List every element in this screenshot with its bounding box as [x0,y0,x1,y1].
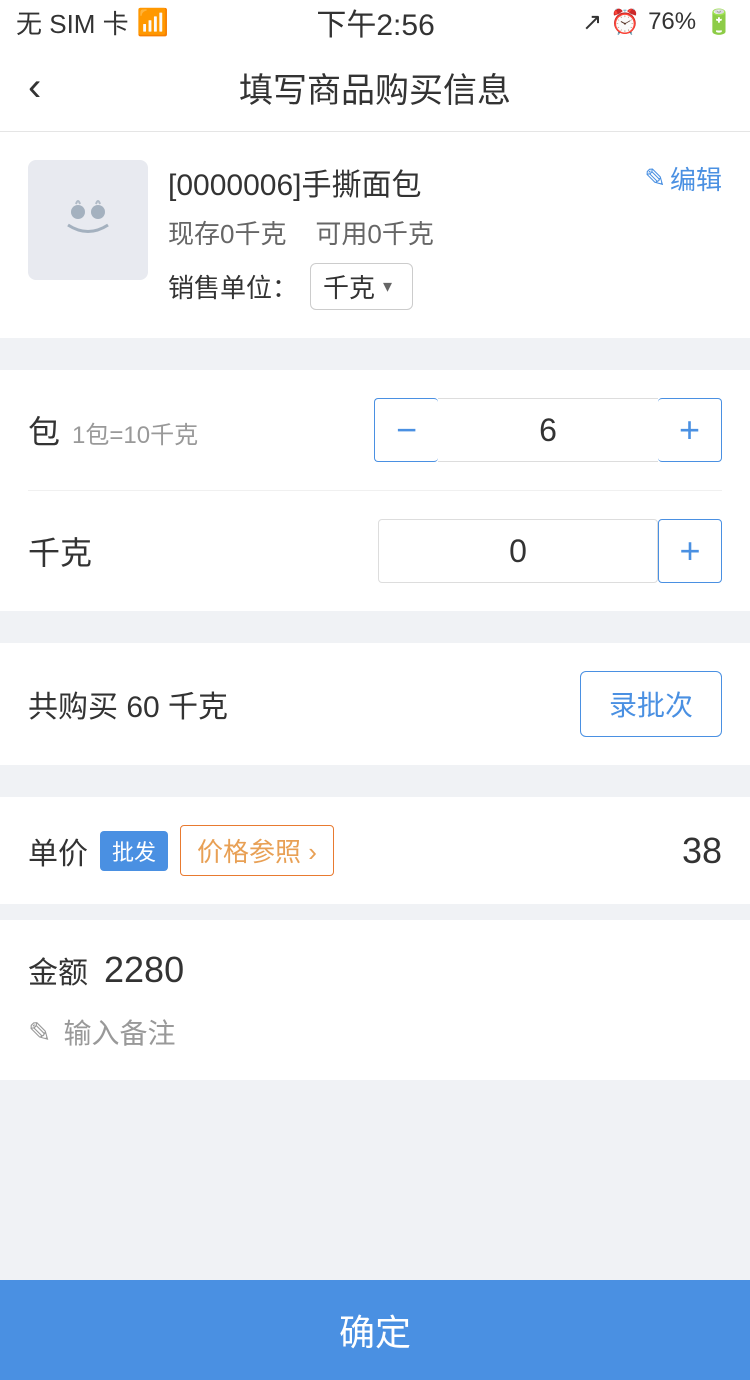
separator-1 [0,354,750,370]
amount-section: 金额 2280 ✎ 输入备注 [0,920,750,1080]
kg-plus-button[interactable]: + [658,519,722,583]
unit-label: 销售单位： [168,268,298,305]
price-section: 单价 批发 价格参照 › 38 [0,797,750,904]
separator-2 [0,627,750,643]
wifi-icon: 📶 [137,7,169,38]
quantity-kg-label: 千克 [28,528,92,574]
status-time: 下午2:56 [316,0,434,44]
alarm-icon: ⏰ [610,8,640,37]
price-value: 38 [682,830,722,872]
price-type-tag: 批发 [100,831,168,871]
quantity-pack-control: − + [374,398,722,462]
confirm-text: 确定 [339,1304,411,1356]
summary-section: 共购买 60 千克 录批次 [0,643,750,765]
kg-quantity-input[interactable] [378,519,658,583]
battery-label: 76% [648,8,696,36]
price-row: 单价 批发 价格参照 › 38 [28,825,722,876]
product-unit-row: 销售单位： 千克 ▾ [168,263,722,310]
battery-icon: 🔋 [704,8,734,37]
product-name: [0000006]手撕面包 [168,160,421,204]
product-logo-icon [58,190,118,250]
unit-select[interactable]: 千克 ▾ [310,263,413,310]
edit-label: 编辑 [670,160,722,197]
price-left: 单价 批发 价格参照 › [28,825,334,876]
quantity-pack-row: 包 1包=10千克 − + [28,370,722,491]
stock-label: 现存0千克 [168,219,286,249]
unit-value: 千克 [323,268,375,305]
page-title: 填写商品购买信息 [239,63,511,112]
pencil-icon: ✎ [28,1016,51,1049]
quantity-section: 包 1包=10千克 − + 千克 + [0,370,750,611]
pack-minus-button[interactable]: − [374,398,438,462]
note-row[interactable]: ✎ 输入备注 [28,1012,722,1052]
product-info: [0000006]手撕面包 ✎ 编辑 现存0千克 可用0千克 销售单位： 千克 … [168,160,722,310]
back-button[interactable]: ‹ [28,65,41,110]
status-right: ↗ ⏰ 76% 🔋 [582,8,734,37]
pack-hint: 1包=10千克 [72,415,198,450]
kg-label: 千克 [28,528,92,574]
pack-label: 包 [28,407,60,453]
pack-quantity-input[interactable] [438,398,658,462]
edit-link[interactable]: ✎ 编辑 [644,160,722,197]
amount-row: 金额 2280 [28,948,722,992]
product-section: [0000006]手撕面包 ✎ 编辑 现存0千克 可用0千克 销售单位： 千克 … [0,132,750,338]
confirm-bar[interactable]: 确定 [0,1280,750,1380]
note-placeholder[interactable]: 输入备注 [63,1012,175,1052]
pack-plus-button[interactable]: + [658,398,722,462]
nav-bar: ‹ 填写商品购买信息 [0,44,750,132]
quantity-pack-label: 包 1包=10千克 [28,407,198,453]
available-label: 可用0千克 [315,219,433,249]
content-spacer [0,1080,750,1280]
separator-3 [0,781,750,797]
product-thumbnail [28,160,148,280]
price-ref-button[interactable]: 价格参照 › [180,825,334,876]
edit-icon: ✎ [644,163,666,194]
quantity-kg-row: 千克 + [28,491,722,611]
location-icon: ↗ [582,8,602,37]
product-stock: 现存0千克 可用0千克 [168,214,722,251]
quantity-kg-control: + [378,519,722,583]
product-name-row: [0000006]手撕面包 ✎ 编辑 [168,160,722,204]
amount-value: 2280 [104,949,184,991]
summary-text: 共购买 60 千克 [28,682,228,726]
no-sim-label: 无 SIM 卡 [16,4,129,41]
status-bar: 无 SIM 卡 📶 下午2:56 ↗ ⏰ 76% 🔋 [0,0,750,44]
status-left: 无 SIM 卡 📶 [16,4,169,41]
batch-button[interactable]: 录批次 [580,671,722,737]
amount-label: 金额 [28,948,88,992]
price-label: 单价 [28,829,88,873]
chevron-down-icon: ▾ [383,276,392,297]
